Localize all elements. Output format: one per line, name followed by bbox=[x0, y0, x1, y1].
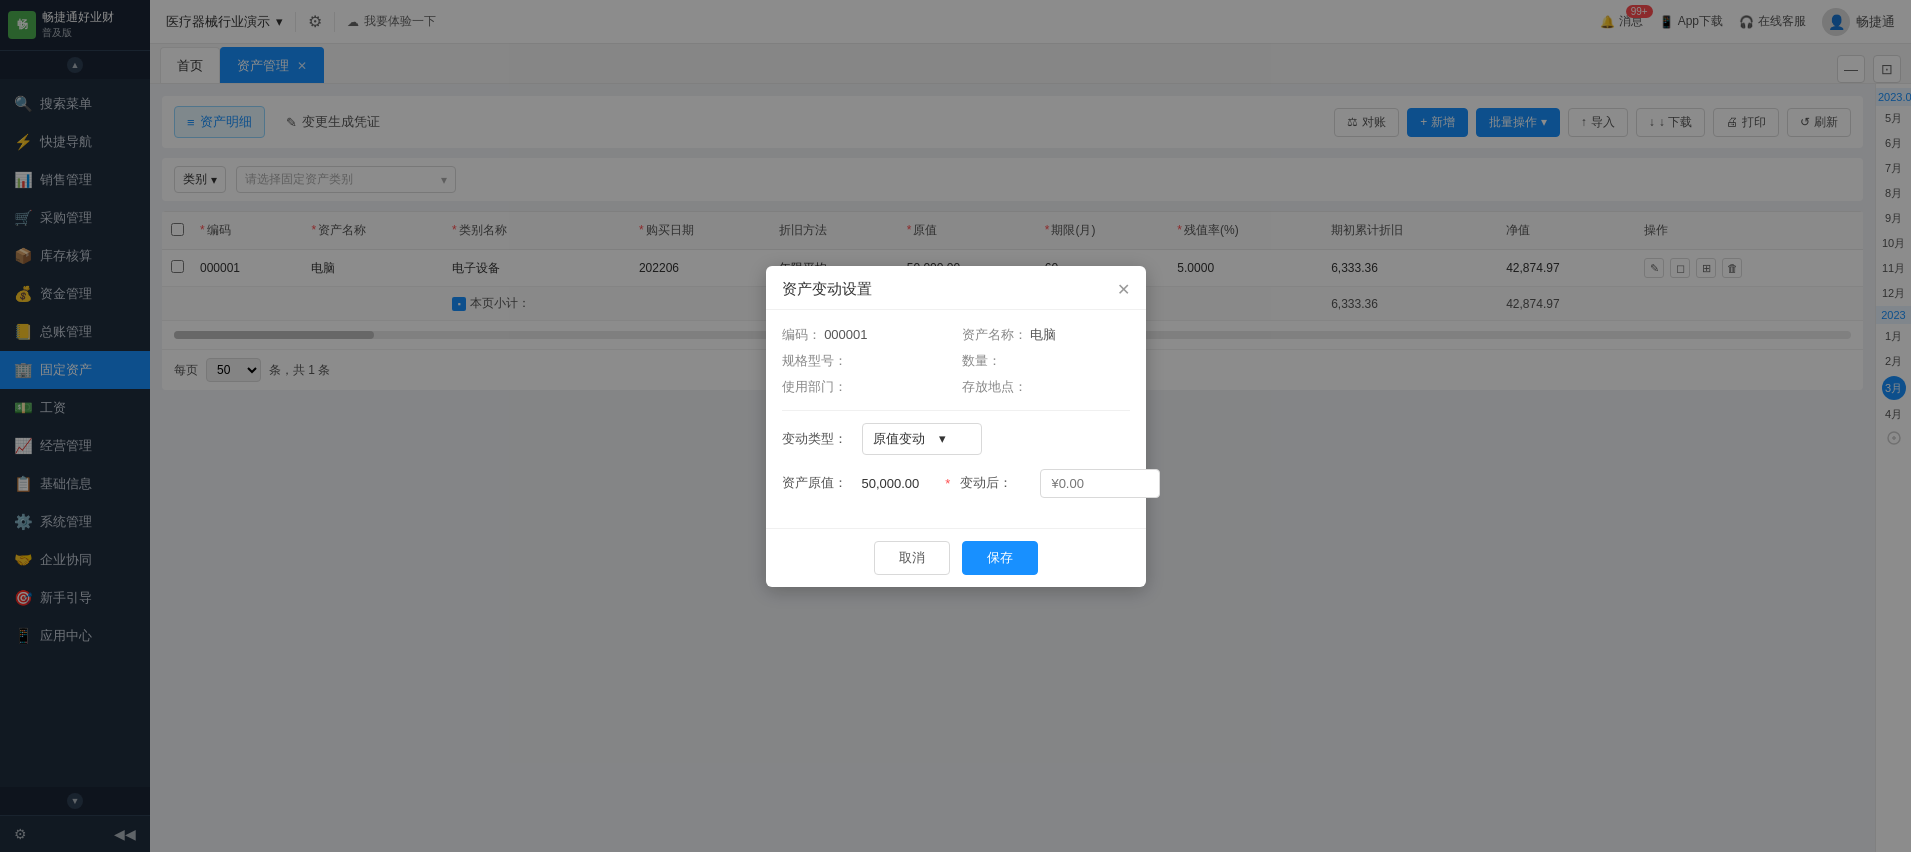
modal-change-type-value: 原值变动 bbox=[873, 430, 925, 448]
modal-asset-name-item: 资产名称： 电脑 bbox=[962, 326, 1130, 344]
modal-asset-name-label: 资产名称： bbox=[962, 327, 1027, 342]
modal-department-label: 使用部门： bbox=[782, 379, 847, 394]
modal-change-type-label: 变动类型： bbox=[782, 430, 852, 448]
modal-change-type-row: 变动类型： 原值变动 ▾ bbox=[782, 423, 1130, 455]
modal-quantity-label: 数量： bbox=[962, 353, 1001, 368]
modal-original-value-row: 资产原值： 50,000.00 * 变动后： bbox=[782, 469, 1130, 498]
modal-original-value-value: 50,000.00 bbox=[862, 476, 920, 491]
modal-code-value: 000001 bbox=[824, 327, 867, 342]
modal-required-star: * bbox=[945, 476, 950, 491]
modal-change-type-select[interactable]: 原值变动 ▾ bbox=[862, 423, 982, 455]
modal-spec-label: 规格型号： bbox=[782, 353, 847, 368]
modal-storage-label: 存放地点： bbox=[962, 379, 1027, 394]
cancel-button[interactable]: 取消 bbox=[874, 541, 950, 575]
modal-info-grid: 编码： 000001 资产名称： 电脑 规格型号： 数量： 使用部门： bbox=[782, 326, 1130, 396]
modal-header: 资产变动设置 ✕ bbox=[766, 266, 1146, 310]
modal-footer: 取消 保存 bbox=[766, 528, 1146, 587]
chevron-down-icon: ▾ bbox=[939, 431, 946, 446]
modal-asset-name-value: 电脑 bbox=[1030, 327, 1056, 342]
modal-overlay[interactable]: 资产变动设置 ✕ 编码： 000001 资产名称： 电脑 规格型号： 数量： bbox=[0, 0, 1911, 852]
modal-after-change-label: 变动后： bbox=[960, 474, 1030, 492]
modal-title: 资产变动设置 bbox=[782, 280, 872, 299]
modal-code-label: 编码： bbox=[782, 327, 821, 342]
modal-close-button[interactable]: ✕ bbox=[1117, 280, 1130, 299]
modal-body: 编码： 000001 资产名称： 电脑 规格型号： 数量： 使用部门： bbox=[766, 310, 1146, 528]
modal-code-item: 编码： 000001 bbox=[782, 326, 950, 344]
modal-divider bbox=[782, 410, 1130, 411]
save-button[interactable]: 保存 bbox=[962, 541, 1038, 575]
asset-change-modal: 资产变动设置 ✕ 编码： 000001 资产名称： 电脑 规格型号： 数量： bbox=[766, 266, 1146, 587]
modal-storage-item: 存放地点： bbox=[962, 378, 1130, 396]
modal-original-value-label: 资产原值： bbox=[782, 474, 852, 492]
modal-after-change-input[interactable] bbox=[1040, 469, 1160, 498]
modal-department-item: 使用部门： bbox=[782, 378, 950, 396]
modal-spec-item: 规格型号： bbox=[782, 352, 950, 370]
modal-quantity-item: 数量： bbox=[962, 352, 1130, 370]
